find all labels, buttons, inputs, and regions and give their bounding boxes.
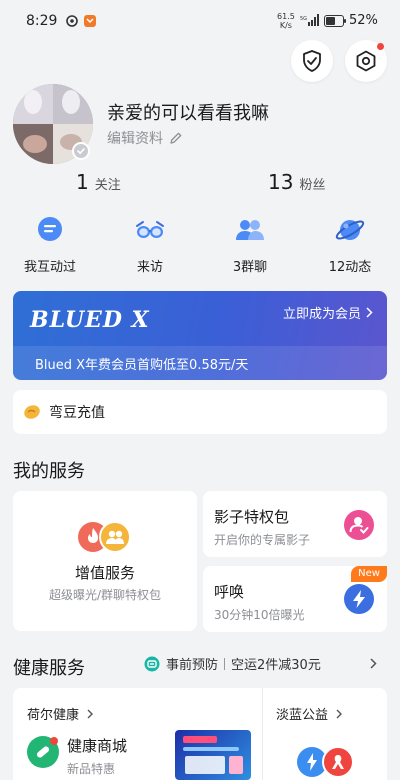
vip-cta-button[interactable]: 立即成为会员 — [283, 303, 373, 322]
lightning-icon — [344, 584, 374, 614]
signal-icon: 5G — [300, 14, 320, 26]
divider — [224, 657, 226, 670]
quick-action-label: 来访 — [136, 260, 163, 275]
quick-action-interacted[interactable]: 我互动过 — [10, 214, 90, 275]
status-time: 8:29 — [26, 13, 58, 29]
my-services-title: 我的服务 — [13, 461, 85, 482]
blued-x-logo: BLUED X — [30, 307, 150, 333]
chat-bubble-icon — [34, 214, 66, 246]
planet-icon — [334, 214, 366, 246]
net-speed: 61.5 K/s — [277, 12, 295, 30]
edit-profile-link[interactable]: 编辑资料 — [107, 128, 183, 148]
health-mall-name[interactable]: 健康商城 — [67, 735, 127, 756]
shield-check-icon — [302, 50, 322, 72]
settings-notification-dot — [377, 43, 384, 50]
vip-banner[interactable]: BLUED X 立即成为会员 Blued X年费会员首购低至0.58元/天 — [13, 291, 387, 380]
svg-text:5G: 5G — [300, 16, 307, 22]
prevention-icon — [144, 656, 160, 672]
bean-icon — [23, 403, 41, 421]
health-mall-sub: 新品特惠 — [67, 762, 116, 776]
group-icon — [234, 214, 266, 246]
chevron-right-icon — [366, 307, 373, 318]
edit-profile-label: 编辑资料 — [107, 131, 163, 147]
charity-icons — [296, 746, 356, 778]
vip-description: Blued X年费会员首购低至0.58元/天 — [13, 346, 387, 380]
notification-app-icon-orange — [84, 15, 96, 27]
verified-badge-icon — [72, 142, 90, 160]
quick-action-label: 3群聊 — [232, 260, 268, 275]
shadow-name: 影子特权包 — [214, 508, 290, 526]
nickname: 亲爱的可以看看我嘛 — [107, 103, 269, 124]
security-button[interactable] — [291, 40, 333, 82]
quick-action-label: 我互动过 — [23, 260, 76, 275]
fans-stat[interactable]: 13 粉丝 — [268, 170, 325, 194]
vip-cta-label: 立即成为会员 — [282, 307, 361, 322]
heer-health-link[interactable]: 荷尔健康 — [27, 704, 94, 723]
following-label: 关注 — [94, 178, 121, 193]
shadow-sub: 开启你的专属影子 — [214, 533, 311, 547]
danlan-charity-link[interactable]: 淡蓝公益 — [276, 704, 343, 723]
following-count: 1 — [76, 170, 89, 194]
battery-icon — [324, 15, 346, 27]
card-divider — [262, 688, 263, 780]
bean-recharge-button[interactable]: 弯豆充值 — [13, 390, 387, 434]
quick-action-moments[interactable]: 12动态 — [310, 214, 390, 275]
health-mall-promo-image[interactable] — [175, 730, 251, 780]
notification-app-icon — [66, 15, 78, 27]
fans-count: 13 — [268, 170, 294, 194]
heer-health-label: 荷尔健康 — [27, 708, 80, 723]
quick-action-label: 12动态 — [328, 260, 372, 275]
health-card: 荷尔健康 淡蓝公益 健康商城 新品特惠 — [13, 688, 387, 780]
chevron-right-icon[interactable] — [370, 658, 377, 669]
value-added-service-card[interactable]: 增值服务 超级曝光/群聊特权包 — [13, 491, 197, 631]
new-badge: New — [351, 566, 387, 582]
health-mall-icon — [27, 736, 59, 768]
fans-label: 粉丝 — [299, 178, 326, 193]
health-promo-link[interactable]: 事前预防 空运2件减30元 — [144, 654, 321, 673]
value-added-icon — [77, 521, 133, 553]
hexagon-gear-icon — [355, 50, 377, 72]
chevron-right-icon — [336, 709, 343, 719]
pencil-icon — [169, 131, 183, 145]
quick-action-visitors[interactable]: 来访 — [110, 214, 190, 275]
following-stat[interactable]: 1 关注 — [76, 170, 121, 194]
battery-percentage: 52% — [349, 13, 378, 28]
value-added-sub: 超级曝光/群聊特权包 — [48, 588, 162, 602]
danlan-charity-label: 淡蓝公益 — [276, 708, 329, 723]
bean-recharge-label: 弯豆充值 — [49, 405, 105, 421]
shadow-privilege-card[interactable]: 影子特权包 开启你的专属影子 — [203, 491, 387, 557]
value-added-name: 增值服务 — [74, 564, 135, 582]
health-services-title: 健康服务 — [13, 658, 85, 679]
shadow-person-icon — [344, 510, 374, 540]
summon-name: 呼唤 — [214, 583, 245, 601]
chevron-right-icon — [87, 709, 94, 719]
summon-sub: 30分钟10倍曝光 — [214, 608, 305, 622]
health-promo-b: 空运2件减30元 — [231, 658, 321, 673]
glasses-icon — [134, 214, 166, 246]
health-promo-a: 事前预防 — [166, 658, 219, 673]
quick-action-groups[interactable]: 3群聊 — [210, 214, 290, 275]
